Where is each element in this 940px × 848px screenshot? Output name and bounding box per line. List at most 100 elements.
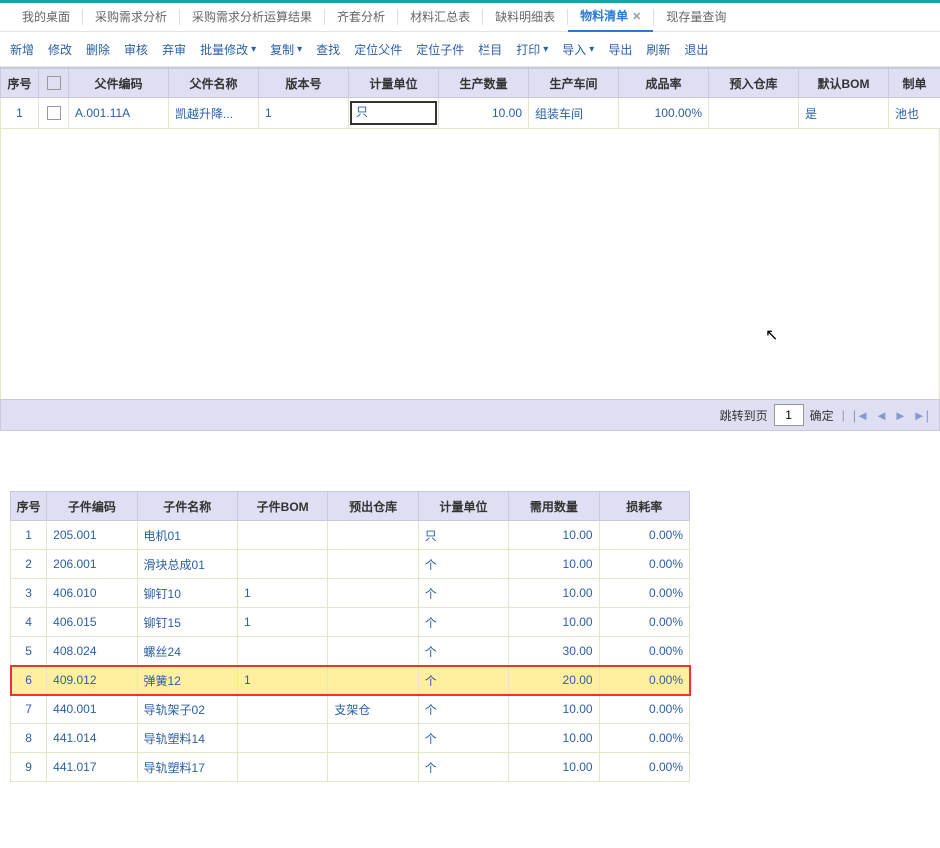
child-row[interactable]: 7440.001导轨架子02支架仓个10.000.00% xyxy=(11,695,690,724)
prev-page-icon[interactable]: ◄ xyxy=(875,408,888,423)
next-page-icon[interactable]: ► xyxy=(894,408,907,423)
parent-col-10[interactable]: 默认BOM xyxy=(799,69,889,98)
child-row[interactable]: 5408.024螺丝24个30.000.00% xyxy=(11,637,690,666)
child-row[interactable]: 2206.001滑块总成01个10.000.00% xyxy=(11,550,690,579)
parent-col-7[interactable]: 生产车间 xyxy=(529,69,619,98)
child-row[interactable]: 3406.010铆钉101个10.000.00% xyxy=(11,579,690,608)
child-cell-loss[interactable]: 0.00% xyxy=(599,550,689,579)
child-cell-unit[interactable]: 个 xyxy=(418,724,508,753)
child-cell-unit[interactable]: 个 xyxy=(418,550,508,579)
child-cell-code[interactable]: 441.014 xyxy=(47,724,137,753)
child-cell-code[interactable]: 409.012 xyxy=(47,666,137,695)
tab-0[interactable]: 我的桌面 xyxy=(10,3,82,31)
child-col-3[interactable]: 子件BOM xyxy=(237,492,327,521)
cell-qty[interactable]: 10.00 xyxy=(439,98,529,129)
child-cell-name[interactable]: 螺丝24 xyxy=(137,637,237,666)
tool-审核[interactable]: 审核 xyxy=(124,41,148,58)
child-cell-bom[interactable] xyxy=(237,695,327,724)
child-cell-code[interactable]: 441.017 xyxy=(47,753,137,782)
tab-1[interactable]: 采购需求分析 xyxy=(83,3,179,31)
child-cell-name[interactable]: 导轨架子02 xyxy=(137,695,237,724)
parent-col-3[interactable]: 父件名称 xyxy=(169,69,259,98)
cell-workshop[interactable]: 组装车间 xyxy=(529,98,619,129)
tool-修改[interactable]: 修改 xyxy=(48,41,72,58)
child-cell-name[interactable]: 导轨塑料17 xyxy=(137,753,237,782)
tab-2[interactable]: 采购需求分析运算结果 xyxy=(180,3,324,31)
child-cell-seq[interactable]: 1 xyxy=(11,521,47,550)
child-cell-wh[interactable] xyxy=(328,579,418,608)
child-row[interactable]: 4406.015铆钉151个10.000.00% xyxy=(11,608,690,637)
tool-查找[interactable]: 查找 xyxy=(316,41,340,58)
child-cell-name[interactable]: 铆钉10 xyxy=(137,579,237,608)
child-cell-wh[interactable] xyxy=(328,637,418,666)
cell-defbom[interactable]: 是 xyxy=(799,98,889,129)
child-col-0[interactable]: 序号 xyxy=(11,492,47,521)
child-cell-unit[interactable]: 个 xyxy=(418,753,508,782)
child-cell-bom[interactable]: 1 xyxy=(237,666,327,695)
child-cell-loss[interactable]: 0.00% xyxy=(599,666,689,695)
child-cell-loss[interactable]: 0.00% xyxy=(599,753,689,782)
child-cell-bom[interactable] xyxy=(237,724,327,753)
child-cell-code[interactable]: 408.024 xyxy=(47,637,137,666)
tool-删除[interactable]: 删除 xyxy=(86,41,110,58)
parent-row[interactable]: 1 A.001.11A 凯越升降... 1 只 10.00 组装车间 100.0… xyxy=(1,98,940,129)
tool-栏目[interactable]: 栏目 xyxy=(478,41,502,58)
cell-rate[interactable]: 100.00% xyxy=(619,98,709,129)
tool-定位子件[interactable]: 定位子件 xyxy=(416,41,464,58)
unit-input[interactable]: 只 xyxy=(350,101,437,125)
parent-col-0[interactable]: 序号 xyxy=(1,69,39,98)
checkbox-icon[interactable] xyxy=(47,106,61,120)
child-cell-unit[interactable]: 个 xyxy=(418,579,508,608)
child-cell-loss[interactable]: 0.00% xyxy=(599,521,689,550)
child-cell-wh[interactable] xyxy=(328,521,418,550)
tab-7[interactable]: 现存量查询 xyxy=(654,3,738,31)
child-cell-code[interactable]: 206.001 xyxy=(47,550,137,579)
child-cell-seq[interactable]: 6 xyxy=(11,666,47,695)
parent-col-2[interactable]: 父件编码 xyxy=(69,69,169,98)
child-col-4[interactable]: 预出仓库 xyxy=(328,492,418,521)
child-cell-loss[interactable]: 0.00% xyxy=(599,695,689,724)
child-cell-name[interactable]: 导轨塑料14 xyxy=(137,724,237,753)
tool-弃审[interactable]: 弃审 xyxy=(162,41,186,58)
child-cell-unit[interactable]: 个 xyxy=(418,608,508,637)
tool-导出[interactable]: 导出 xyxy=(608,41,632,58)
child-cell-loss[interactable]: 0.00% xyxy=(599,608,689,637)
child-cell-loss[interactable]: 0.00% xyxy=(599,637,689,666)
tab-3[interactable]: 齐套分析 xyxy=(325,3,397,31)
cell-unit-editing[interactable]: 只 xyxy=(349,98,439,129)
child-col-1[interactable]: 子件编码 xyxy=(47,492,137,521)
child-cell-wh[interactable] xyxy=(328,753,418,782)
child-cell-wh[interactable] xyxy=(328,666,418,695)
tool-复制[interactable]: 复制▾ xyxy=(270,41,302,58)
tab-6[interactable]: 物料清单✕ xyxy=(568,2,653,32)
first-page-icon[interactable]: |◄ xyxy=(853,408,869,423)
child-cell-seq[interactable]: 4 xyxy=(11,608,47,637)
parent-col-9[interactable]: 预入仓库 xyxy=(709,69,799,98)
child-col-6[interactable]: 需用数量 xyxy=(509,492,599,521)
tab-5[interactable]: 缺料明细表 xyxy=(483,3,567,31)
child-cell-bom[interactable]: 1 xyxy=(237,608,327,637)
child-cell-seq[interactable]: 3 xyxy=(11,579,47,608)
parent-col-1[interactable] xyxy=(39,69,69,98)
child-cell-wh[interactable] xyxy=(328,724,418,753)
checkbox-icon[interactable] xyxy=(47,76,61,90)
child-cell-wh[interactable] xyxy=(328,550,418,579)
cell-ver[interactable]: 1 xyxy=(259,98,349,129)
parent-col-5[interactable]: 计量单位 xyxy=(349,69,439,98)
child-cell-qty[interactable]: 10.00 xyxy=(509,753,599,782)
child-cell-code[interactable]: 406.015 xyxy=(47,608,137,637)
child-cell-unit[interactable]: 个 xyxy=(418,695,508,724)
last-page-icon[interactable]: ►| xyxy=(913,408,929,423)
child-cell-bom[interactable] xyxy=(237,550,327,579)
tab-4[interactable]: 材料汇总表 xyxy=(398,3,482,31)
child-col-2[interactable]: 子件名称 xyxy=(137,492,237,521)
tab-close-icon[interactable]: ✕ xyxy=(632,11,641,23)
cell-name[interactable]: 凯越升降... xyxy=(169,98,259,129)
page-input[interactable] xyxy=(774,404,804,426)
tool-打印[interactable]: 打印▾ xyxy=(516,41,548,58)
tool-定位父件[interactable]: 定位父件 xyxy=(354,41,402,58)
child-cell-qty[interactable]: 10.00 xyxy=(509,608,599,637)
cell-warehouse[interactable] xyxy=(709,98,799,129)
child-cell-qty[interactable]: 30.00 xyxy=(509,637,599,666)
child-cell-unit[interactable]: 只 xyxy=(418,521,508,550)
